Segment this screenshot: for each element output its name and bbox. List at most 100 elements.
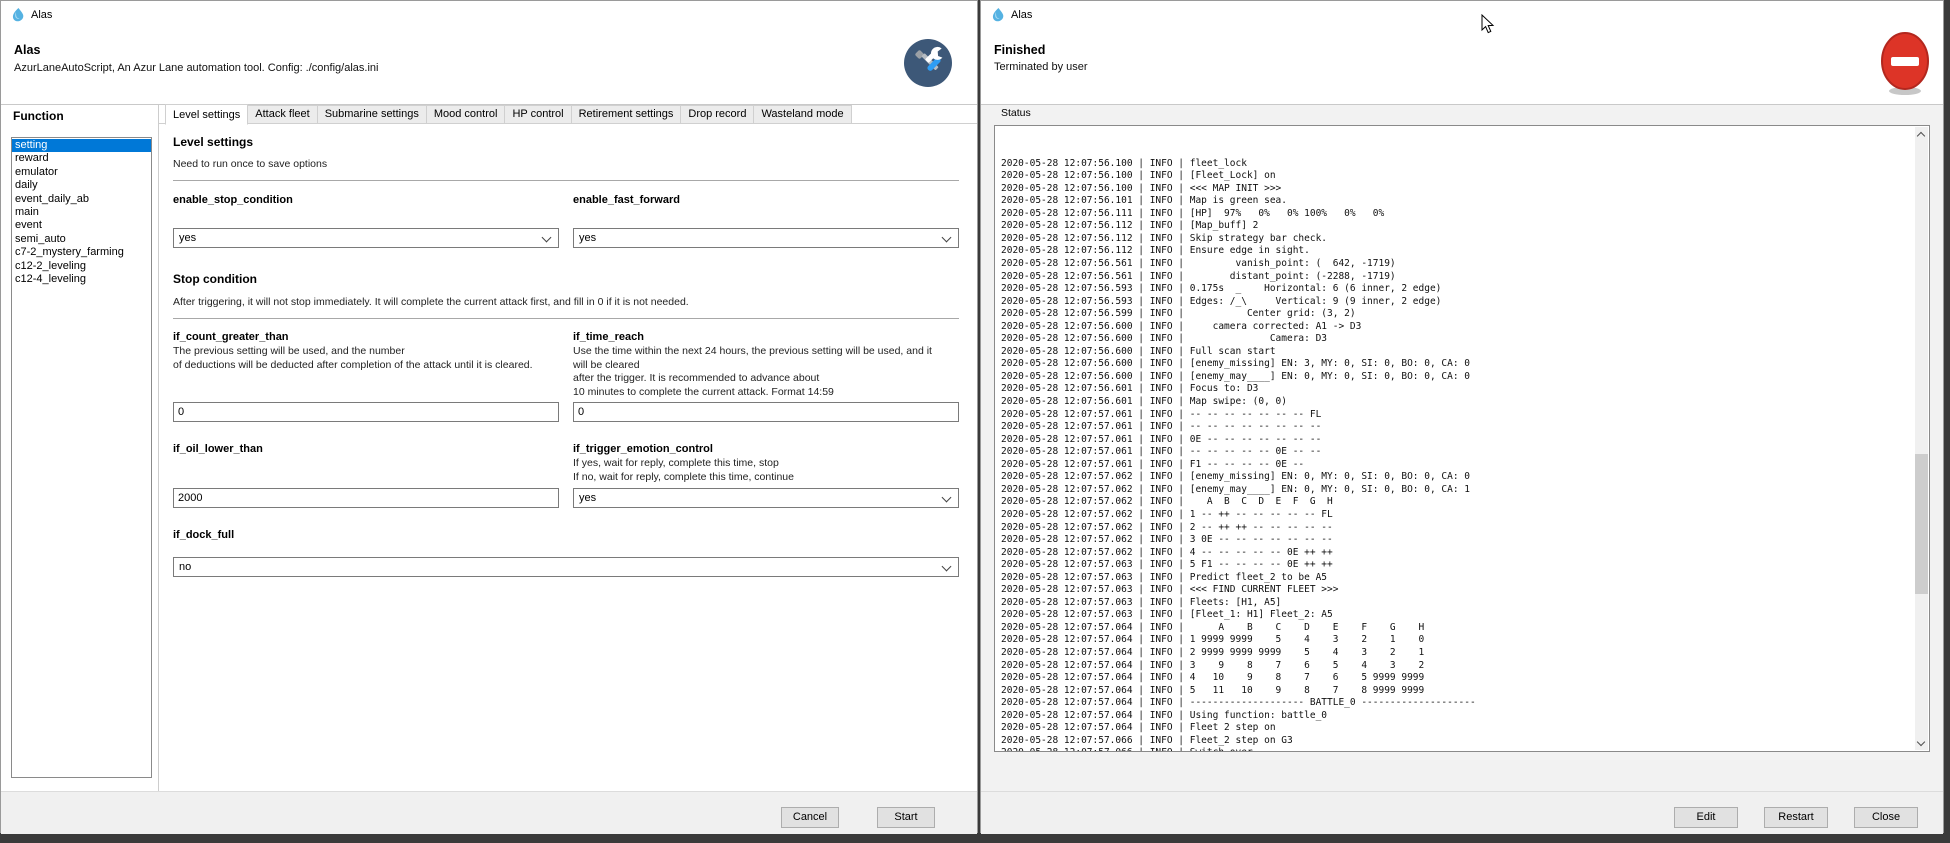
close-run-button[interactable]: Close bbox=[1854, 807, 1918, 828]
field-label-enable-fast-forward: enable_fast_forward bbox=[573, 194, 680, 206]
tab-item[interactable]: Level settings bbox=[165, 104, 248, 125]
log-line: 2020-05-28 12:07:57.063 | INFO | [Fleet_… bbox=[1001, 609, 1476, 622]
titlebar[interactable]: Alas bbox=[981, 1, 1943, 29]
log-line: 2020-05-28 12:07:57.062 | INFO | 1 -- ++… bbox=[1001, 509, 1476, 522]
chevron-down-icon bbox=[942, 493, 952, 503]
chevron-down-icon bbox=[1917, 738, 1925, 746]
log-line: 2020-05-28 12:07:57.061 | INFO | 0E -- -… bbox=[1001, 434, 1476, 447]
tab-item[interactable]: Wasteland mode bbox=[753, 105, 851, 124]
settings-tab-bar: Level settingsAttack fleetSubmarine sett… bbox=[165, 103, 851, 124]
log-line: 2020-05-28 12:07:57.062 | INFO | [enemy_… bbox=[1001, 471, 1476, 484]
function-list-item[interactable]: c12-4_leveling bbox=[12, 273, 151, 286]
section-subtitle: After triggering, it will not stop immed… bbox=[173, 296, 689, 308]
function-list-item[interactable]: event_daily_ab bbox=[12, 193, 151, 206]
log-line: 2020-05-28 12:07:56.112 | INFO | Skip st… bbox=[1001, 233, 1476, 246]
function-list-item[interactable]: c7-2_mystery_farming bbox=[12, 246, 151, 259]
scroll-up-button[interactable] bbox=[1915, 127, 1928, 142]
if-trigger-emotion-control-select[interactable]: yes bbox=[573, 488, 959, 508]
function-list-item[interactable]: emulator bbox=[12, 166, 151, 179]
cancel-button[interactable]: Cancel bbox=[781, 807, 839, 828]
log-line: 2020-05-28 12:07:57.066 | INFO | Switch … bbox=[1001, 747, 1476, 752]
tab-item[interactable]: Retirement settings bbox=[571, 105, 682, 124]
log-line: 2020-05-28 12:07:57.063 | INFO | Fleets:… bbox=[1001, 597, 1476, 610]
log-line: 2020-05-28 12:07:57.062 | INFO | [enemy_… bbox=[1001, 484, 1476, 497]
log-line: 2020-05-28 12:07:57.066 | INFO | Fleet_2… bbox=[1001, 735, 1476, 748]
tab-item[interactable]: Submarine settings bbox=[317, 105, 427, 124]
log-line: 2020-05-28 12:07:56.100 | INFO | <<< MAP… bbox=[1001, 183, 1476, 196]
field-label-if-count-greater-than: if_count_greater_than bbox=[173, 331, 289, 343]
log-line: 2020-05-28 12:07:57.064 | INFO | 2 9999 … bbox=[1001, 647, 1476, 660]
log-line: 2020-05-28 12:07:57.064 | INFO | A B C D… bbox=[1001, 622, 1476, 635]
log-line: 2020-05-28 12:07:56.600 | INFO | [enemy_… bbox=[1001, 371, 1476, 384]
log-line: 2020-05-28 12:07:57.062 | INFO | A B C D… bbox=[1001, 496, 1476, 509]
titlebar[interactable]: Alas bbox=[1, 1, 977, 29]
log-line: 2020-05-28 12:07:57.064 | INFO | 3 9 8 7… bbox=[1001, 660, 1476, 673]
scrollbar-thumb[interactable] bbox=[1915, 454, 1928, 594]
function-panel-label: Function bbox=[13, 109, 64, 123]
log-line: 2020-05-28 12:07:56.600 | INFO | camera … bbox=[1001, 321, 1476, 334]
enable-fast-forward-select[interactable]: yes bbox=[573, 228, 959, 248]
field-label-if-trigger-emotion-control: if_trigger_emotion_control bbox=[573, 443, 713, 455]
log-line: 2020-05-28 12:07:56.111 | INFO | [HP] 97… bbox=[1001, 208, 1476, 221]
log-line: 2020-05-28 12:07:57.062 | INFO | 3 0E --… bbox=[1001, 534, 1476, 547]
log-line: 2020-05-28 12:07:57.064 | INFO | -------… bbox=[1001, 697, 1476, 710]
selected-value: yes bbox=[579, 492, 596, 504]
function-list-item[interactable]: reward bbox=[12, 152, 151, 165]
if-count-greater-than-input[interactable] bbox=[173, 402, 559, 422]
tools-icon bbox=[903, 38, 953, 88]
scroll-down-button[interactable] bbox=[1915, 735, 1928, 750]
selected-value: no bbox=[179, 561, 191, 573]
log-line: 2020-05-28 12:07:56.112 | INFO | [Map_bu… bbox=[1001, 220, 1476, 233]
start-button[interactable]: Start bbox=[877, 807, 935, 828]
log-line: 2020-05-28 12:07:56.593 | INFO | 0.175s … bbox=[1001, 283, 1476, 296]
function-list-item[interactable]: c12-2_leveling bbox=[12, 260, 151, 273]
log-line: 2020-05-28 12:07:56.561 | INFO | vanish_… bbox=[1001, 258, 1476, 271]
tab-item[interactable]: Drop record bbox=[680, 105, 754, 124]
log-line: 2020-05-28 12:07:57.064 | INFO | Using f… bbox=[1001, 710, 1476, 723]
log-scrollbar[interactable] bbox=[1915, 127, 1928, 750]
tab-item[interactable]: HP control bbox=[504, 105, 571, 124]
section-title-level-settings: Level settings bbox=[173, 135, 253, 149]
minimize-button[interactable] bbox=[1943, 1, 1950, 29]
edit-button[interactable]: Edit bbox=[1674, 807, 1738, 828]
log-output: 2020-05-28 12:07:56.100 | INFO | fleet_l… bbox=[994, 125, 1930, 752]
enable-stop-condition-select[interactable]: yes bbox=[173, 228, 559, 248]
divider bbox=[173, 180, 959, 181]
section-title-stop-condition: Stop condition bbox=[173, 272, 257, 286]
alas-logo-icon bbox=[990, 7, 1006, 23]
log-line: 2020-05-28 12:07:57.061 | INFO | -- -- -… bbox=[1001, 421, 1476, 434]
chevron-down-icon bbox=[942, 233, 952, 243]
log-line: 2020-05-28 12:07:57.061 | INFO | F1 -- -… bbox=[1001, 459, 1476, 472]
status-label: Status bbox=[1001, 107, 1031, 119]
function-list-item[interactable]: semi_auto bbox=[12, 233, 151, 246]
window-title: Alas bbox=[31, 9, 52, 21]
function-list-item[interactable]: main bbox=[12, 206, 151, 219]
alas-logo-icon bbox=[10, 7, 26, 23]
function-list-item[interactable]: setting bbox=[12, 139, 151, 152]
run-status-title: Finished bbox=[994, 43, 1045, 57]
restart-button[interactable]: Restart bbox=[1764, 807, 1828, 828]
divider bbox=[159, 123, 977, 124]
if-oil-lower-than-input[interactable] bbox=[173, 488, 559, 508]
log-line: 2020-05-28 12:07:56.561 | INFO | distant… bbox=[1001, 271, 1476, 284]
log-line: 2020-05-28 12:07:56.112 | INFO | Ensure … bbox=[1001, 245, 1476, 258]
tab-item[interactable]: Mood control bbox=[426, 105, 506, 124]
field-label-if-oil-lower-than: if_oil_lower_than bbox=[173, 443, 263, 455]
if-time-reach-input[interactable] bbox=[573, 402, 959, 422]
function-list-item[interactable]: daily bbox=[12, 179, 151, 192]
divider bbox=[173, 318, 959, 319]
log-line: 2020-05-28 12:07:56.100 | INFO | fleet_l… bbox=[1001, 158, 1476, 171]
function-listbox[interactable]: settingrewardemulatordailyevent_daily_ab… bbox=[11, 137, 152, 778]
log-line: 2020-05-28 12:07:56.599 | INFO | Center … bbox=[1001, 308, 1476, 321]
field-help-text: If yes, wait for reply, complete this ti… bbox=[573, 457, 965, 484]
log-line: 2020-05-28 12:07:57.064 | INFO | 1 9999 … bbox=[1001, 634, 1476, 647]
function-list-item[interactable]: event bbox=[12, 219, 151, 232]
log-line: 2020-05-28 12:07:56.601 | INFO | Focus t… bbox=[1001, 383, 1476, 396]
tab-item[interactable]: Attack fleet bbox=[247, 105, 317, 124]
window-title: Alas bbox=[1011, 9, 1032, 21]
mouse-cursor bbox=[1481, 14, 1495, 34]
field-label-enable-stop-condition: enable_stop_condition bbox=[173, 194, 293, 206]
alas-log-window: Alas Finished Terminated by user Status … bbox=[980, 0, 1944, 833]
if-dock-full-select[interactable]: no bbox=[173, 557, 959, 577]
chevron-up-icon bbox=[1917, 132, 1925, 140]
